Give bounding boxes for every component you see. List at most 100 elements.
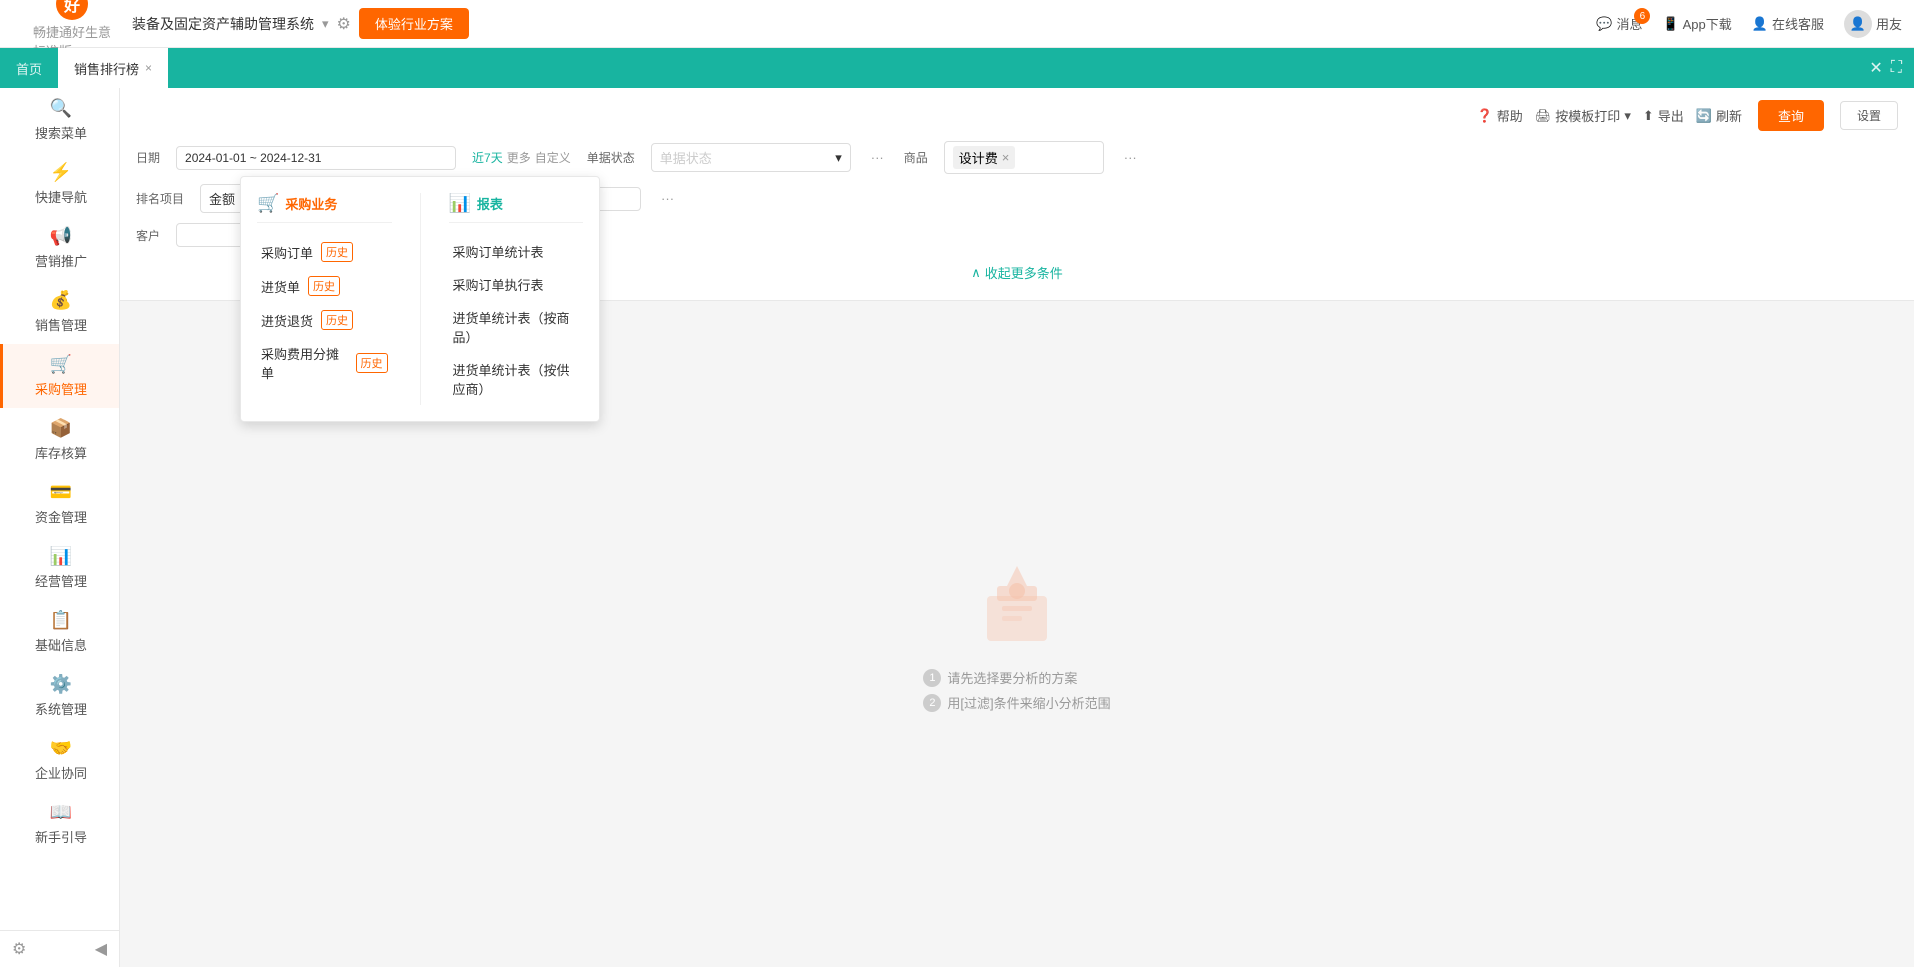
service-icon: 👤	[1752, 16, 1768, 32]
dropdown-item-return[interactable]: 进货退货 历史	[257, 303, 392, 337]
enterprise-icon: 🤝	[50, 738, 72, 759]
empty-hint-2: 2 用[过滤]条件来缩小分析范围	[923, 693, 1110, 712]
system-arrow-icon[interactable]: ▾	[322, 16, 329, 32]
marketing-icon: 📢	[50, 226, 72, 247]
sidebar-item-basic-info[interactable]: 📋 基础信息	[0, 600, 119, 664]
customer-label: 客户	[136, 227, 160, 244]
help-icon: ❓	[1477, 108, 1493, 124]
goods-tag: 设计费 ×	[953, 146, 1016, 169]
bill-status-value: 单据状态	[660, 148, 712, 167]
tab-sales-ranking[interactable]: 销售排行榜 ×	[58, 48, 168, 88]
sidebar-bottom: ⚙ ◀	[0, 930, 119, 967]
sidebar-item-management-label: 经营管理	[35, 571, 87, 590]
refresh-icon: 🔄	[1696, 108, 1712, 124]
history-badge-0[interactable]: 历史	[321, 242, 353, 262]
refresh-label: 刷新	[1716, 106, 1742, 125]
online-service-label: 在线客服	[1772, 14, 1824, 33]
goods-dots[interactable]: ···	[1120, 150, 1141, 165]
purchase-col-title: 🛒 采购业务	[257, 193, 392, 223]
dropdown-item-inbound[interactable]: 进货单 历史	[257, 269, 392, 303]
dropdown-item-report-4[interactable]: 进货单统计表（按供应商）	[449, 353, 584, 405]
dropdown-item-report-2[interactable]: 采购订单执行表	[449, 268, 584, 301]
purchase-dropdown-menu: 🛒 采购业务 采购订单 历史 进货单 历史 进货退货 历史 采购费用分摊单	[240, 176, 600, 422]
sidebar-item-marketing[interactable]: 📢 营销推广	[0, 216, 119, 280]
tab-home[interactable]: 首页	[0, 48, 58, 88]
app-download-label: App下载	[1683, 14, 1732, 33]
sidebar-item-finance-label: 资金管理	[35, 507, 87, 526]
dropdown-item-return-label: 进货退货	[261, 311, 313, 330]
tab-home-label: 首页	[16, 59, 42, 78]
date-range-text: 2024-01-01 ~ 2024-12-31	[185, 151, 321, 165]
sidebar-collapse-icon[interactable]: ◀	[95, 939, 107, 959]
toolbar-right: ❓ 帮助 🖨 按模板打印 ▾ ⬆ 导出 🔄 刷新	[1477, 106, 1742, 125]
bill-status-dots[interactable]: ···	[867, 150, 888, 165]
salesman-dots[interactable]: ···	[657, 191, 678, 206]
history-badge-3[interactable]: 历史	[356, 353, 388, 373]
sidebar-item-quick-nav[interactable]: ⚡ 快捷导航	[0, 152, 119, 216]
message-item[interactable]: 💬 消息 6	[1596, 14, 1642, 33]
tab-right-icons: ✕ ⛶	[1869, 58, 1914, 78]
query-button[interactable]: 查询	[1758, 100, 1824, 131]
help-button[interactable]: ❓ 帮助	[1477, 106, 1523, 125]
system-title: 装备及固定资产辅助管理系统 ▾ ⚙ 体验行业方案	[132, 8, 1576, 39]
setting-button[interactable]: 设置	[1840, 101, 1898, 130]
sidebar: 🔍 搜索菜单 ⚡ 快捷导航 📢 营销推广 💰 销售管理 🛒 采购管理 📦 库存核…	[0, 88, 120, 967]
goods-tag-close-icon[interactable]: ×	[1002, 150, 1010, 165]
dropdown-item-report-3[interactable]: 进货单统计表（按商品）	[449, 301, 584, 353]
industry-button[interactable]: 体验行业方案	[359, 8, 469, 39]
main-layout: 🔍 搜索菜单 ⚡ 快捷导航 📢 营销推广 💰 销售管理 🛒 采购管理 📦 库存核…	[0, 88, 1914, 967]
finance-icon: 💳	[50, 482, 72, 503]
message-icon: 💬	[1596, 16, 1612, 32]
export-button[interactable]: ⬆ 导出	[1643, 106, 1684, 125]
user-item[interactable]: 👤 用友	[1844, 10, 1902, 38]
purchase-col-title-text: 采购业务	[285, 194, 337, 213]
tab-maximize-icon[interactable]: ⛶	[1891, 59, 1902, 77]
sidebar-item-system[interactable]: ⚙️ 系统管理	[0, 664, 119, 728]
date-filter-label: 日期	[136, 149, 160, 166]
date-quick-7days[interactable]: 近7天	[472, 149, 503, 166]
history-badge-1[interactable]: 历史	[308, 276, 340, 296]
dropdown-item-report-1[interactable]: 采购订单统计表	[449, 235, 584, 268]
app-download-item[interactable]: 📱 App下载	[1662, 14, 1731, 33]
phone-icon: 📱	[1662, 16, 1678, 32]
sidebar-item-inventory-label: 库存核算	[35, 443, 87, 462]
bill-status-select[interactable]: 单据状态 ▾	[651, 143, 851, 172]
sidebar-settings-icon[interactable]: ⚙	[12, 939, 26, 959]
sidebar-item-inventory[interactable]: 📦 库存核算	[0, 408, 119, 472]
date-quick-more[interactable]: 更多	[507, 149, 531, 166]
sidebar-item-guide[interactable]: 📖 新手引导	[0, 792, 119, 856]
hint-num-1: 1	[923, 669, 941, 687]
sidebar-item-finance[interactable]: 💳 资金管理	[0, 472, 119, 536]
date-quick-custom[interactable]: 自定义	[535, 149, 571, 166]
purchase-icon: 🛒	[50, 354, 72, 375]
tab-close-window-icon[interactable]: ✕	[1869, 58, 1882, 78]
goods-filter-control[interactable]: 设计费 ×	[944, 141, 1104, 174]
date-filter-control[interactable]: 2024-01-01 ~ 2024-12-31	[176, 146, 456, 170]
rank-value: 金额	[209, 189, 235, 208]
refresh-button[interactable]: 🔄 刷新	[1696, 106, 1742, 125]
logo-icon: 好	[56, 0, 88, 20]
sidebar-item-enterprise[interactable]: 🤝 企业协同	[0, 728, 119, 792]
sidebar-item-purchase[interactable]: 🛒 采购管理	[0, 344, 119, 408]
print-button[interactable]: 🖨 按模板打印 ▾	[1535, 106, 1631, 125]
header-right: 💬 消息 6 📱 App下载 👤 在线客服 👤 用友	[1596, 10, 1902, 38]
tab-close-icon[interactable]: ×	[145, 61, 152, 75]
history-badge-2[interactable]: 历史	[321, 310, 353, 330]
hint-text-2: 用[过滤]条件来缩小分析范围	[947, 693, 1110, 712]
top-header: 好 畅捷通好生意 标准版 装备及固定资产辅助管理系统 ▾ ⚙ 体验行业方案 💬 …	[0, 0, 1914, 48]
online-service-item[interactable]: 👤 在线客服	[1752, 14, 1824, 33]
report-col-title: 📊 报表	[449, 193, 584, 223]
collapse-label: 收起更多条件	[985, 263, 1063, 282]
sidebar-item-management[interactable]: 📊 经营管理	[0, 536, 119, 600]
empty-hint-1: 1 请先选择要分析的方案	[923, 668, 1110, 687]
dropdown-item-expense[interactable]: 采购费用分摊单 历史	[257, 337, 392, 389]
sidebar-item-sales-label: 销售管理	[35, 315, 87, 334]
sidebar-item-search[interactable]: 🔍 搜索菜单	[0, 88, 119, 152]
system-icon: ⚙️	[50, 674, 72, 695]
dropdown-item-report-2-label: 采购订单执行表	[453, 275, 544, 294]
purchase-col-icon: 🛒	[257, 193, 279, 214]
gear-icon[interactable]: ⚙	[337, 14, 351, 34]
content-area: ❓ 帮助 🖨 按模板打印 ▾ ⬆ 导出 🔄 刷新	[120, 88, 1914, 967]
sidebar-item-sales[interactable]: 💰 销售管理	[0, 280, 119, 344]
dropdown-item-purchase-order[interactable]: 采购订单 历史	[257, 235, 392, 269]
